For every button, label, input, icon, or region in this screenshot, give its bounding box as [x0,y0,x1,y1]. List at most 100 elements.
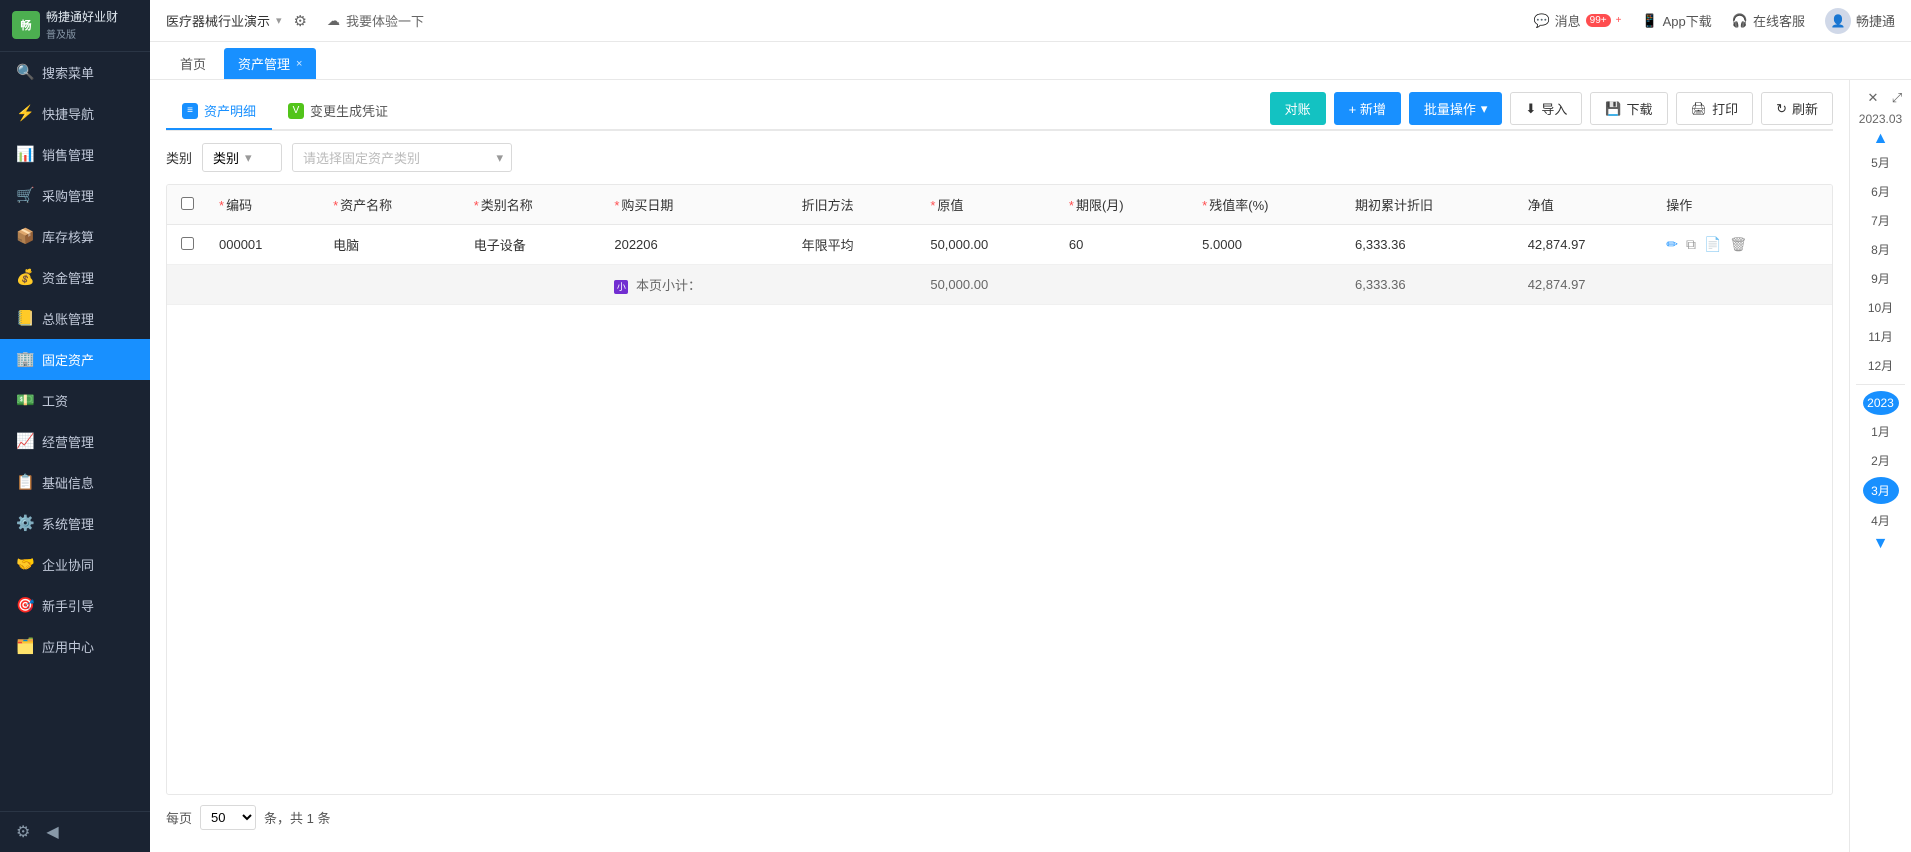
scroll-down-icon[interactable]: ▼ [1873,535,1889,553]
sidebar-item-label: 销售管理 [42,145,94,164]
th-residual-rate: *残值率(%) [1190,185,1343,225]
category-type-select[interactable]: 类别 ▾ [202,143,282,172]
sidebar-item-guide[interactable]: 🎯 新手引导 [0,585,150,626]
topbar-right: 💬 消息 99+ + 📱 App下载 🎧 在线客服 👤 畅捷通 [1533,8,1895,34]
refresh-button[interactable]: ↻ 刷新 [1761,92,1833,125]
month-5[interactable]: 5月 [1850,148,1911,177]
sub-tabs: ≡ 资产明细 V 变更生成凭证 对账 + 新增 批量操作 ▾ ⬇ [166,92,1833,131]
category-label: 类别 [166,148,192,167]
select-all-checkbox[interactable] [181,197,194,210]
sidebar-item-label: 固定资产 [42,350,94,369]
company-selector[interactable]: 医疗器械行业演示 ▾ [166,11,282,30]
subtotal-empty-4 [462,265,603,305]
page-tabs: 首页 资产管理 × [150,42,1911,80]
sidebar-item-inventory[interactable]: 📦 库存核算 [0,216,150,257]
customer-service-button[interactable]: 🎧 在线客服 [1732,11,1805,30]
batch-button[interactable]: 批量操作 ▾ [1409,92,1503,125]
voucher-gen-tab-label: 变更生成凭证 [310,101,388,120]
total-count: 条，共 1 条 [264,808,330,827]
copy-icon[interactable]: ⧉ [1686,236,1696,253]
month-12[interactable]: 12月 [1850,351,1911,380]
category-value-select[interactable]: 请选择固定资产类别 ▾ [292,143,512,172]
month-3-current[interactable]: 3月 [1863,477,1899,504]
month-8[interactable]: 8月 [1850,235,1911,264]
print-label: 打印 [1712,99,1738,118]
sidebar-item-sales[interactable]: 📊 销售管理 [0,134,150,175]
content-area: ≡ 资产明细 V 变更生成凭证 对账 + 新增 批量操作 ▾ ⬇ [150,80,1911,852]
detail-icon[interactable]: 📄 [1704,236,1721,253]
sidebar-item-payroll[interactable]: 💵 工资 [0,380,150,421]
subtotal-empty-5 [790,265,919,305]
delete-icon[interactable]: 🗑 [1729,236,1747,253]
sidebar-item-apps[interactable]: 🗂️ 应用中心 [0,626,150,667]
month-2[interactable]: 2月 [1850,446,1911,475]
panel-expand-icon[interactable]: ⤢ [1887,88,1907,108]
sidebar-item-label: 库存核算 [42,227,94,246]
row-net-value: 42,874.97 [1516,225,1655,265]
tab-close-icon[interactable]: × [296,58,302,70]
sidebar-item-search[interactable]: 🔍 搜索菜单 [0,52,150,93]
topbar: 医疗器械行业演示 ▾ ⚙ ☁ 我要体验一下 💬 消息 99+ + 📱 App下载… [150,0,1911,42]
sidebar-item-fixed-assets[interactable]: 🏢 固定资产 [0,339,150,380]
sidebar-item-label: 经营管理 [42,432,94,451]
tab-home[interactable]: 首页 [166,48,220,79]
sidebar-item-operations[interactable]: 📈 经营管理 [0,421,150,462]
sidebar-item-system[interactable]: ⚙️ 系统管理 [0,503,150,544]
sidebar-item-enterprise[interactable]: 🤝 企业协同 [0,544,150,585]
tab-asset-mgmt[interactable]: 资产管理 × [224,48,316,79]
month-4[interactable]: 4月 [1850,506,1911,535]
th-category: *类别名称 [462,185,603,225]
month-6[interactable]: 6月 [1850,177,1911,206]
logo-subtitle: 普及版 [46,26,118,41]
year-label: 2023.03 [1859,108,1902,130]
reconcile-button[interactable]: 对账 [1270,92,1326,125]
row-checkbox[interactable] [181,237,194,250]
sub-tab-voucher-gen[interactable]: V 变更生成凭证 [272,93,404,130]
sidebar-item-funds[interactable]: 💰 资金管理 [0,257,150,298]
sales-icon: 📊 [16,145,34,163]
panel-close-icon[interactable]: ✕ [1863,88,1883,108]
th-checkbox [167,185,207,225]
month-1[interactable]: 1月 [1850,417,1911,446]
year-2023[interactable]: 2023 [1863,391,1899,415]
import-label: 导入 [1541,99,1567,118]
sidebar-item-purchase[interactable]: 🛒 采购管理 [0,175,150,216]
sidebar-item-ledger[interactable]: 📒 总账管理 [0,298,150,339]
category-type-value: 类别 [213,148,239,167]
print-icon: 🖨 [1691,101,1708,117]
month-10[interactable]: 10月 [1850,293,1911,322]
funds-icon: 💰 [16,268,34,286]
row-code: 000001 [207,225,321,265]
customer-service-label: 在线客服 [1753,11,1805,30]
table-footer: 每页 20 50 100 条，共 1 条 [166,795,1833,840]
month-9[interactable]: 9月 [1850,264,1911,293]
experience-button[interactable]: ☁ 我要体验一下 [327,11,424,30]
scroll-up-icon[interactable]: ▲ [1873,130,1889,148]
user-menu[interactable]: 👤 畅捷通 [1825,8,1895,34]
collapse-icon[interactable]: ◀ [46,822,58,842]
subtotal-empty-1 [167,265,207,305]
import-button[interactable]: ⬇ 导入 [1510,92,1582,125]
edit-icon[interactable]: ✏ [1666,236,1678,253]
th-depreciation: 折旧方法 [790,185,919,225]
asset-table: *编码 *资产名称 *类别名称 *购买日期 折旧方法 *原值 *期限(月) *残… [167,185,1832,305]
sidebar-item-basic-info[interactable]: 📋 基础信息 [0,462,150,503]
month-7[interactable]: 7月 [1850,206,1911,235]
sub-tab-asset-detail[interactable]: ≡ 资产明细 [166,93,272,130]
avatar: 👤 [1825,8,1851,34]
company-chevron-icon: ▾ [276,14,282,27]
sidebar-item-label: 企业协同 [42,555,94,574]
settings-icon[interactable]: ⚙ [16,822,30,842]
new-button[interactable]: + 新增 [1334,92,1401,125]
app-download-button[interactable]: 📱 App下载 [1641,11,1711,30]
message-button[interactable]: 💬 消息 99+ + [1533,11,1621,30]
enterprise-icon: 🤝 [16,555,34,573]
month-11[interactable]: 11月 [1850,322,1911,351]
company-settings-icon[interactable]: ⚙ [294,12,307,30]
page-size-select[interactable]: 20 50 100 [200,805,256,830]
asset-table-wrap: *编码 *资产名称 *类别名称 *购买日期 折旧方法 *原值 *期限(月) *残… [166,184,1833,795]
sidebar-item-quick-nav[interactable]: ⚡ 快捷导航 [0,93,150,134]
print-button[interactable]: 🖨 打印 [1676,92,1754,125]
apps-icon: 🗂️ [16,637,34,655]
download-button[interactable]: 💾 下载 [1590,92,1667,125]
